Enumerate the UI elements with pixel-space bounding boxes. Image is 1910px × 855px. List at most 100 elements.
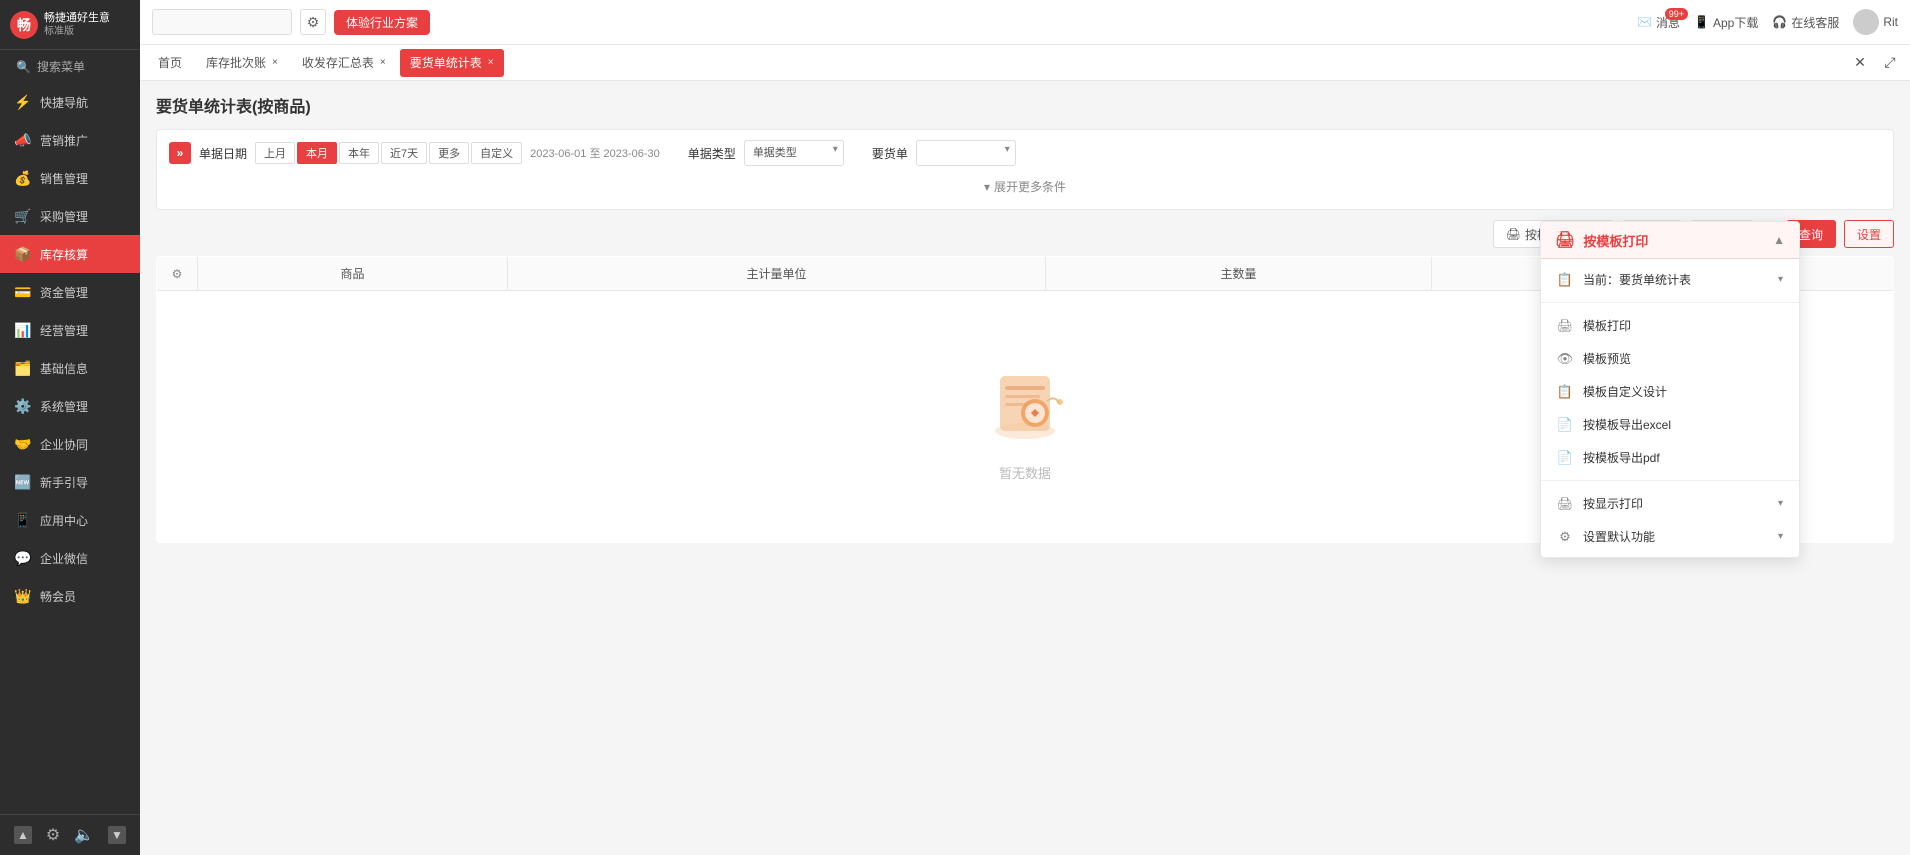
sidebar-item-member[interactable]: 👑 畅会员	[0, 577, 140, 615]
finance-icon: 💳	[14, 283, 32, 301]
filter-bar: » 单据日期 上月 本月 本年 近7天 更多 自定义 2023-06-01 至 …	[156, 129, 1894, 210]
logo-text: 畅捷通好生意 标准版	[44, 11, 110, 38]
tab-close-requisition-stats[interactable]: ×	[488, 58, 494, 68]
user-avatar[interactable]: Rit	[1853, 9, 1898, 35]
purchase-icon: 🛒	[14, 207, 32, 225]
tab-close-receipt-summary[interactable]: ×	[380, 58, 386, 68]
sidebar-search[interactable]: 🔍 搜索菜单	[0, 50, 140, 83]
current-arrow-icon: ▾	[1778, 274, 1783, 285]
sidebar-item-marketing[interactable]: 📣 营销推广	[0, 121, 140, 159]
table-col-settings-icon[interactable]: ⚙	[169, 266, 185, 282]
sidebar-item-guide[interactable]: 🆕 新手引导	[0, 463, 140, 501]
basic-icon: 🗂️	[14, 359, 32, 377]
dropdown-template-preview[interactable]: 👁 模板预览	[1541, 342, 1799, 375]
sidebar-item-quick-nav[interactable]: ⚡ 快捷导航	[0, 83, 140, 121]
dropdown-header: 🖨 按模板打印 ▲	[1541, 222, 1799, 259]
display-print-icon: 🖨	[1557, 496, 1573, 512]
dropdown-template-custom[interactable]: 📋 模板自定义设计	[1541, 375, 1799, 408]
table-col-product: 商品	[198, 257, 508, 291]
online-service-btn[interactable]: 🎧 在线客服	[1772, 14, 1839, 31]
requisition-label: 要货单	[872, 145, 908, 162]
headset-icon: 🎧	[1772, 15, 1787, 29]
topbar-search-input[interactable]	[152, 9, 292, 35]
empty-text: 暂无数据	[999, 463, 1051, 482]
sidebar: 畅 畅捷通好生意 标准版 🔍 搜索菜单 ⚡ 快捷导航 📣 营销推广 💰 销售管理…	[0, 0, 140, 855]
date-btn-more[interactable]: 更多	[429, 142, 469, 164]
app-download-btn[interactable]: 📱 App下载	[1694, 14, 1758, 31]
dropdown-title: 按模板打印	[1583, 231, 1648, 250]
settings-btn[interactable]: 设置	[1844, 220, 1894, 248]
member-icon: 👑	[14, 587, 32, 605]
search-icon: 🔍	[16, 60, 31, 74]
main-area: ⚙ 体验行业方案 ✉️ 消息 99+ 📱 App下载 🎧 在线客服 Rit	[140, 0, 1910, 855]
tab-requisition-stats[interactable]: 要货单统计表 ×	[400, 49, 504, 77]
settings-footer-icon[interactable]: ⚙	[46, 825, 60, 845]
logo-icon: 畅	[10, 11, 38, 39]
dropdown-current-template[interactable]: 📋 当前：要货单统计表 ▾	[1541, 263, 1799, 296]
message-btn[interactable]: ✉️ 消息 99+	[1637, 14, 1680, 31]
table-col-unit: 主计量单位	[508, 257, 1046, 291]
date-btn-group: 上月 本月 本年 近7天 更多 自定义	[255, 142, 522, 164]
date-btn-this-year[interactable]: 本年	[339, 142, 379, 164]
dropdown-display-print[interactable]: 🖨 按显示打印 ▾	[1541, 487, 1799, 520]
sidebar-logo: 畅 畅捷通好生意 标准版	[0, 0, 140, 50]
sidebar-item-operation[interactable]: 📊 经营管理	[0, 311, 140, 349]
scroll-down-btn[interactable]: ▼	[108, 826, 126, 844]
dropdown-template-print[interactable]: 🖨 模板打印	[1541, 309, 1799, 342]
avatar-img	[1853, 9, 1879, 35]
sidebar-item-system[interactable]: ⚙️ 系统管理	[0, 387, 140, 425]
sidebar-item-sales[interactable]: 💰 销售管理	[0, 159, 140, 197]
date-btn-custom[interactable]: 自定义	[471, 142, 522, 164]
dropdown-divider-2	[1541, 480, 1799, 481]
sidebar-item-basic[interactable]: 🗂️ 基础信息	[0, 349, 140, 387]
date-range: 2023-06-01 至 2023-06-30	[530, 145, 660, 161]
operation-icon: 📊	[14, 321, 32, 339]
topbar: ⚙ 体验行业方案 ✉️ 消息 99+ 📱 App下载 🎧 在线客服 Rit	[140, 0, 1910, 45]
filter-toggle-btn[interactable]: »	[169, 142, 191, 164]
topbar-right: ✉️ 消息 99+ 📱 App下载 🎧 在线客服 Rit	[1637, 9, 1898, 35]
sidebar-item-purchase[interactable]: 🛒 采购管理	[0, 197, 140, 235]
bill-type-select-wrap: 单据类型	[744, 140, 844, 166]
empty-illustration	[975, 351, 1075, 451]
expand-more-row: ▾ 展开更多条件	[169, 174, 1881, 199]
topbar-gear-btn[interactable]: ⚙	[300, 9, 326, 35]
table-settings-col: ⚙	[157, 257, 198, 291]
requisition-select[interactable]	[916, 140, 1016, 166]
sound-footer-icon[interactable]: 🔈	[74, 825, 94, 845]
industry-btn[interactable]: 体验行业方案	[334, 10, 430, 35]
tab-receipt-summary[interactable]: 收发存汇总表 ×	[292, 49, 396, 77]
sidebar-item-enterprise[interactable]: 🤝 企业协同	[0, 425, 140, 463]
sidebar-item-app[interactable]: 📱 应用中心	[0, 501, 140, 539]
date-btn-7days[interactable]: 近7天	[381, 142, 427, 164]
date-btn-last-month[interactable]: 上月	[255, 142, 295, 164]
content-area: 要货单统计表(按商品) » 单据日期 上月 本月 本年 近7天 更多 自定义 2…	[140, 81, 1910, 855]
quick-nav-icon: ⚡	[14, 93, 32, 111]
scroll-up-btn[interactable]: ▲	[14, 826, 32, 844]
wechat-icon: 💬	[14, 549, 32, 567]
dropdown-default-func[interactable]: ⚙ 设置默认功能 ▾	[1541, 520, 1799, 553]
expand-down-icon: ▾	[984, 180, 990, 194]
dropdown-collapse-btn[interactable]: ▲	[1773, 233, 1785, 247]
dropdown-template-pdf[interactable]: 📄 按模板导出pdf	[1541, 441, 1799, 474]
tab-home[interactable]: 首页	[148, 49, 192, 77]
tabbar: 首页 库存批次账 × 收发存汇总表 × 要货单统计表 × ✕ ⤢	[140, 45, 1910, 81]
tab-batch-account[interactable]: 库存批次账 ×	[196, 49, 288, 77]
sidebar-item-finance[interactable]: 💳 资金管理	[0, 273, 140, 311]
tab-maximize-btn[interactable]: ⤢	[1878, 51, 1902, 75]
default-func-arrow: ▾	[1778, 531, 1783, 542]
bill-type-select[interactable]: 单据类型	[744, 140, 844, 166]
marketing-icon: 📣	[14, 131, 32, 149]
dropdown-template-excel[interactable]: 📄 按模板导出excel	[1541, 408, 1799, 441]
inventory-icon: 📦	[14, 245, 32, 263]
dropdown-print-icon: 🖨	[1555, 230, 1575, 250]
enterprise-icon: 🤝	[14, 435, 32, 453]
tab-close-all-btn[interactable]: ✕	[1848, 51, 1872, 75]
sidebar-item-wechat[interactable]: 💬 企业微信	[0, 539, 140, 577]
sidebar-item-inventory[interactable]: 📦 库存核算	[0, 235, 140, 273]
expand-more-btn[interactable]: ▾ 展开更多条件	[968, 174, 1082, 199]
date-btn-this-month[interactable]: 本月	[297, 142, 337, 164]
template-excel-icon: 📄	[1557, 417, 1573, 433]
sidebar-nav: ⚡ 快捷导航 📣 营销推广 💰 销售管理 🛒 采购管理 📦 库存核算 💳 资金管…	[0, 83, 140, 814]
table-col-quantity: 主数量	[1045, 257, 1431, 291]
tab-close-batch-account[interactable]: ×	[272, 58, 278, 68]
